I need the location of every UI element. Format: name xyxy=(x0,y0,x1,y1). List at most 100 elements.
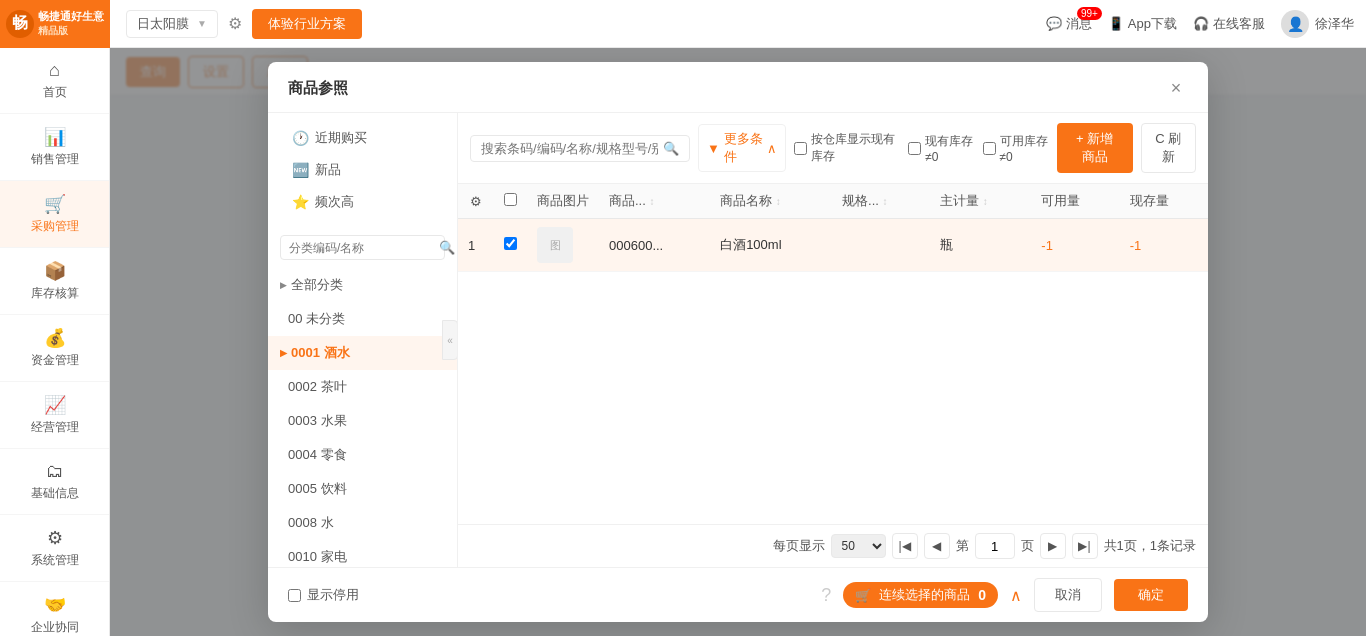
checkbox-available-nonzero[interactable]: 可用库存≠0 xyxy=(983,133,1049,164)
store-name: 日太阳膜 xyxy=(137,15,189,33)
system-icon: ⚙ xyxy=(47,527,63,549)
settings-icon[interactable]: ⚙ xyxy=(228,14,242,33)
prev-page-btn[interactable]: ◀ xyxy=(924,533,950,559)
add-product-btn[interactable]: + 新增商品 xyxy=(1057,123,1133,173)
app-download-btn[interactable]: 📱 App下载 xyxy=(1108,15,1177,33)
page-suffix: 页 xyxy=(1021,537,1034,555)
close-btn[interactable]: × xyxy=(1164,76,1188,100)
table-row[interactable]: 1 图 000600... xyxy=(458,219,1208,272)
checkbox-stock-nonzero-input[interactable] xyxy=(908,142,921,155)
th-settings[interactable]: ⚙ xyxy=(458,184,494,219)
filter-btn[interactable]: ▼ 更多条件 ∧ xyxy=(698,124,786,172)
search-icon[interactable]: 🔍 xyxy=(663,141,679,156)
sidebar-label-finance: 资金管理 xyxy=(31,352,79,369)
store-dropdown[interactable]: 日太阳膜 ▼ xyxy=(126,10,218,38)
cart-icon: 🛒 xyxy=(855,588,871,603)
td-image: 图 xyxy=(527,219,599,272)
show-disabled-checkbox[interactable]: 显示停用 xyxy=(288,586,359,604)
inventory-icon: 📦 xyxy=(44,260,66,282)
table-wrap: ⚙ 商品图片 商品... xyxy=(458,184,1208,524)
category-search[interactable]: 🔍 xyxy=(280,235,445,260)
page-size-select[interactable]: 50 20 100 xyxy=(831,534,886,558)
sidebar-item-system[interactable]: ⚙ 系统管理 xyxy=(0,515,109,582)
search-input[interactable] xyxy=(481,141,659,156)
logo-icon: 畅 xyxy=(6,10,34,38)
sidebar-label-operations: 经营管理 xyxy=(31,419,79,436)
checkbox-warehouse-input[interactable] xyxy=(794,142,807,155)
next-page-btn[interactable]: ▶ xyxy=(1040,533,1066,559)
confirm-btn[interactable]: 确定 xyxy=(1114,579,1188,611)
th-name[interactable]: 商品名称 xyxy=(710,184,832,219)
filter-label: 更多条件 xyxy=(724,130,763,166)
checkbox-available-nonzero-label: 可用库存≠0 xyxy=(1000,133,1049,164)
checkbox-stock-nonzero[interactable]: 现有库存≠0 xyxy=(908,133,974,164)
page-size-label: 每页显示 xyxy=(773,537,825,555)
category-item-0008[interactable]: 0008 水 xyxy=(268,506,457,540)
home-icon: ⌂ xyxy=(49,60,60,81)
quick-item-frequent[interactable]: ⭐ 频次高 xyxy=(280,187,445,217)
checkbox-warehouse[interactable]: 按仓库显示现有库存 xyxy=(794,131,900,165)
select-all-checkbox[interactable] xyxy=(504,193,517,206)
right-toolbar: 🔍 ▼ 更多条件 ∧ 按仓库显示现有库存 xyxy=(458,113,1208,184)
filter-icon: ▼ xyxy=(707,141,720,156)
page-input[interactable] xyxy=(975,533,1015,559)
first-page-btn[interactable]: |◀ xyxy=(892,533,918,559)
logo: 畅 畅捷通好生意 精品版 xyxy=(0,0,110,48)
user-menu[interactable]: 👤 徐泽华 xyxy=(1281,10,1354,38)
th-checkbox[interactable] xyxy=(494,184,527,219)
checkbox-warehouse-label: 按仓库显示现有库存 xyxy=(811,131,900,165)
cancel-btn[interactable]: 取消 xyxy=(1034,578,1102,612)
sidebar-item-collab[interactable]: 🤝 企业协同 xyxy=(0,582,109,636)
sidebar-item-purchase[interactable]: 🛒 采购管理 xyxy=(0,181,109,248)
headset-icon: 🎧 xyxy=(1193,16,1209,31)
logo-line1: 畅捷通好生意 xyxy=(38,9,104,23)
collapse-panel-btn[interactable]: « xyxy=(442,320,458,360)
modal-overlay: 商品参照 × 🕐 近期购买 xyxy=(110,48,1366,636)
th-code[interactable]: 商品... xyxy=(599,184,710,219)
sidebar-item-operations[interactable]: 📈 经营管理 xyxy=(0,382,109,449)
category-item-0002[interactable]: 0002 茶叶 xyxy=(268,370,457,404)
collab-icon: 🤝 xyxy=(44,594,66,616)
show-disabled-input[interactable] xyxy=(288,589,301,602)
th-stock: 现存量 xyxy=(1120,184,1208,219)
td-spec xyxy=(832,219,930,272)
category-item-0004[interactable]: 0004 零食 xyxy=(268,438,457,472)
app-download-label: App下载 xyxy=(1128,15,1177,33)
category-item-0010[interactable]: 0010 家电 xyxy=(268,540,457,567)
collapse-chevron-icon[interactable]: ∧ xyxy=(1010,586,1022,605)
messages-btn[interactable]: 💬 消息 99 xyxy=(1046,15,1092,33)
sidebar-item-home[interactable]: ⌂ 首页 xyxy=(0,48,109,114)
modal-title: 商品参照 xyxy=(288,79,348,98)
sidebar-item-sales[interactable]: 📊 销售管理 xyxy=(0,114,109,181)
sidebar-item-inventory[interactable]: 📦 库存核算 xyxy=(0,248,109,315)
help-icon[interactable]: ? xyxy=(821,585,831,606)
page-label: 第 xyxy=(956,537,969,555)
checkbox-available-nonzero-input[interactable] xyxy=(983,142,996,155)
quick-item-recent[interactable]: 🕐 近期购买 xyxy=(280,123,445,153)
last-page-btn[interactable]: ▶| xyxy=(1072,533,1098,559)
category-item-0005[interactable]: 0005 饮料 xyxy=(268,472,457,506)
show-disabled-label: 显示停用 xyxy=(307,586,359,604)
search-wrap[interactable]: 🔍 xyxy=(470,135,690,162)
row-checkbox[interactable] xyxy=(504,237,517,250)
th-spec[interactable]: 规格... xyxy=(832,184,930,219)
th-unit[interactable]: 主计量 xyxy=(930,184,1031,219)
td-checkbox[interactable] xyxy=(494,219,527,272)
sidebar-item-basic-info[interactable]: 🗂 基础信息 xyxy=(0,449,109,515)
sidebar-item-finance[interactable]: 💰 资金管理 xyxy=(0,315,109,382)
quick-item-new[interactable]: 🆕 新品 xyxy=(280,155,445,185)
category-item-00[interactable]: 00 未分类 xyxy=(268,302,457,336)
category-item-0001[interactable]: 0001 酒水 xyxy=(268,336,457,370)
category-search-input[interactable] xyxy=(289,241,439,255)
category-item-all[interactable]: ▶ 全部分类 xyxy=(268,268,457,302)
left-panel: 🕐 近期购买 🆕 新品 ⭐ 频次高 xyxy=(268,113,458,567)
online-service-btn[interactable]: 🎧 在线客服 xyxy=(1193,15,1265,33)
modal-header: 商品参照 × xyxy=(268,62,1208,113)
category-item-0003[interactable]: 0003 水果 xyxy=(268,404,457,438)
refresh-btn[interactable]: C 刷新 xyxy=(1141,123,1196,173)
trial-btn[interactable]: 体验行业方案 xyxy=(252,9,362,39)
th-available: 可用量 xyxy=(1031,184,1119,219)
finance-icon: 💰 xyxy=(44,327,66,349)
avatar: 👤 xyxy=(1281,10,1309,38)
logo-line2: 精品版 xyxy=(38,24,104,38)
